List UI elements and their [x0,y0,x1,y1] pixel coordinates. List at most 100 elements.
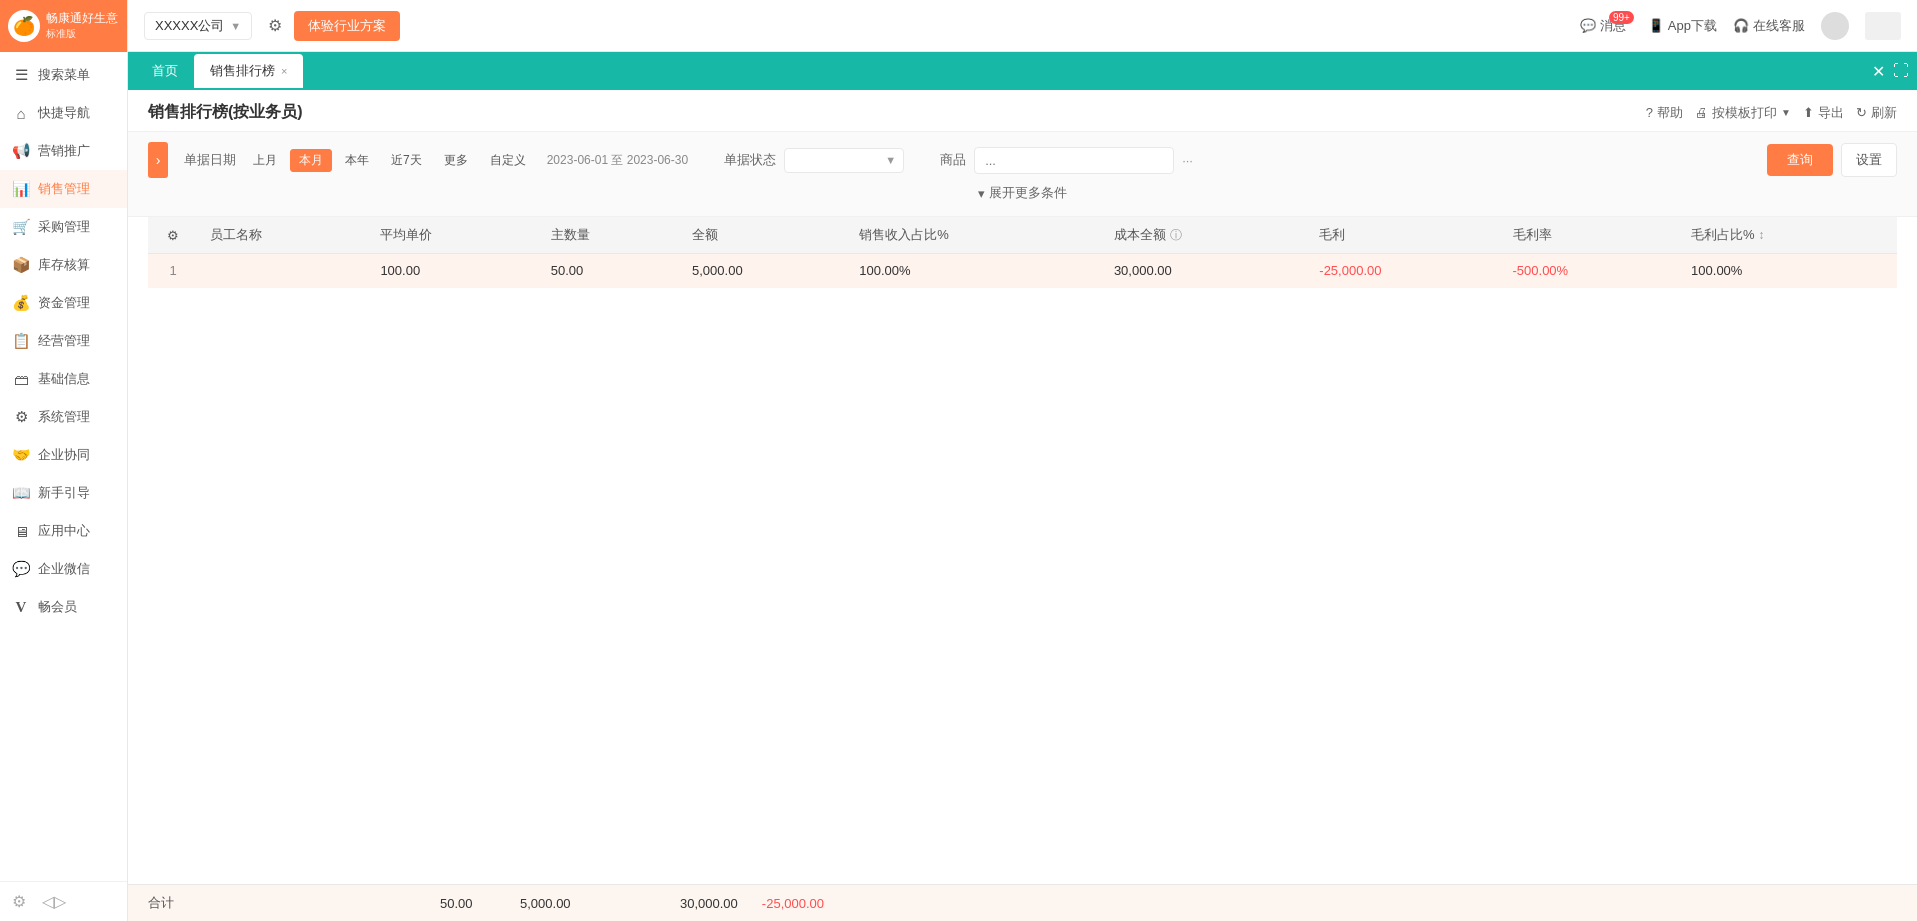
sidebar-item-label: 资金管理 [38,294,90,312]
summary-total: 5,000.00 [508,896,588,911]
date-filter: 单据日期 上月 本月 本年 近7天 更多 自定义 2023-06-01 至 20… [184,149,688,172]
sidebar-item-guide[interactable]: 📖 新手引导 [0,474,127,512]
sidebar-item-basic[interactable]: 🗃 基础信息 [0,360,127,398]
tabbar: 首页 销售排行榜 × ✕ ⛶ [128,52,1917,90]
manage-icon: 📋 [12,332,30,350]
more-options-icon[interactable]: ··· [1182,153,1193,168]
sidebar-item-label: 快捷导航 [38,104,90,122]
print-button[interactable]: 🖨 按模板打印 ▼ [1695,104,1791,122]
sidebar-item-collab[interactable]: 🤝 企业协同 [0,436,127,474]
sidebar: 🍊 畅康通好生意 标准版 ☰ 搜索菜单 ⌂ 快捷导航 📢 营销推广 📊 销售管理… [0,0,128,921]
sidebar-item-manage[interactable]: 📋 经营管理 [0,322,127,360]
sidebar-item-marketing[interactable]: 📢 营销推广 [0,132,127,170]
info-icon[interactable]: ⓘ [1170,228,1182,242]
finance-icon: 💰 [12,294,30,312]
col-gross-profit: 毛利 [1307,217,1500,254]
sales-ranking-table: ⚙ 员工名称 平均单价 主数量 全额 销售收入占比% 成本全额 ⓘ 毛利 毛利率… [148,217,1897,288]
cell-gp-pct: 100.00% [1679,254,1897,288]
sidebar-item-finance[interactable]: 💰 资金管理 [0,284,127,322]
tab-home-label: 首页 [152,62,178,80]
tab-active-label: 销售排行榜 [210,62,275,80]
message-icon: 💬 [1580,18,1596,33]
sidebar-item-wechat[interactable]: 💬 企业微信 [0,550,127,588]
sidebar-logo: 🍊 畅康通好生意 标准版 [0,0,127,52]
expand-more-button[interactable]: ▾ 展开更多条件 [148,178,1897,206]
sidebar-item-purchase[interactable]: 🛒 采购管理 [0,208,127,246]
refresh-button[interactable]: ↻ 刷新 [1856,104,1897,122]
status-select[interactable]: 已审核 未审核 [784,148,904,173]
topbar-settings-icon[interactable]: ⚙ [268,16,282,35]
sidebar-item-system[interactable]: ⚙ 系统管理 [0,398,127,436]
tab-home[interactable]: 首页 [136,54,194,88]
collab-icon: 🤝 [12,446,30,464]
sidebar-item-apps[interactable]: 🖥 应用中心 [0,512,127,550]
app-download-button[interactable]: 📱 App下载 [1648,17,1717,35]
system-icon: ⚙ [12,408,30,426]
query-button[interactable]: 查询 [1767,144,1833,176]
sort-icon[interactable]: ↕ [1758,228,1764,242]
summary-label: 合计 [148,894,348,912]
settings-button[interactable]: 设置 [1841,143,1897,177]
col-main-qty: 主数量 [539,217,680,254]
sidebar-item-nav[interactable]: ⌂ 快捷导航 [0,94,127,132]
date-opt-this-year[interactable]: 本年 [336,149,378,172]
date-opt-more[interactable]: 更多 [435,149,477,172]
sidebar-item-inventory[interactable]: 📦 库存核算 [0,246,127,284]
help-button[interactable]: ? 帮助 [1646,104,1683,122]
date-opt-7days[interactable]: 近7天 [382,149,431,172]
app-label: App下载 [1668,17,1717,35]
date-opt-custom[interactable]: 自定义 [481,149,535,172]
marketing-icon: 📢 [12,142,30,160]
date-opt-last-month[interactable]: 上月 [244,149,286,172]
page-header: 销售排行榜(按业务员) ? 帮助 🖨 按模板打印 ▼ ⬆ 导出 ↻ 刷新 [128,90,1917,132]
tab-expand-button[interactable]: ⛶ [1893,62,1909,81]
cell-gp-rate: -500.00% [1501,254,1680,288]
goods-input[interactable] [974,147,1174,174]
tab-sales-ranking[interactable]: 销售排行榜 × [194,54,303,88]
sidebar-item-vip[interactable]: V 畅会员 [0,588,127,626]
search-icon: ☰ [12,66,30,84]
sidebar-item-label: 采购管理 [38,218,90,236]
cell-cost: 30,000.00 [1102,254,1307,288]
user-name-box[interactable] [1865,12,1901,40]
phone-icon: 📱 [1648,18,1664,33]
table-wrapper: ⚙ 员工名称 平均单价 主数量 全额 销售收入占比% 成本全额 ⓘ 毛利 毛利率… [128,217,1917,884]
chevron-down-icon: ▼ [230,20,241,32]
sidebar-item-label: 应用中心 [38,522,90,540]
export-button[interactable]: ⬆ 导出 [1803,104,1844,122]
col-settings[interactable]: ⚙ [148,217,198,254]
summary-gross-profit: -25,000.00 [750,896,836,911]
trial-button[interactable]: 体验行业方案 [294,11,400,41]
settings-gear-icon[interactable]: ⚙ [12,892,26,911]
filter-expand-button[interactable]: › [148,142,168,178]
guide-icon: 📖 [12,484,30,502]
chevron-down-icon: ▾ [978,186,985,201]
column-settings-icon[interactable]: ⚙ [167,228,179,243]
sidebar-item-sales[interactable]: 📊 销售管理 [0,170,127,208]
sidebar-item-label: 搜索菜单 [38,66,90,84]
goods-filter: 商品 ··· [940,147,1193,174]
company-selector[interactable]: XXXXX公司 ▼ [144,12,252,40]
sidebar-item-label: 库存核算 [38,256,90,274]
col-gp-pct: 毛利占比% ↕ [1679,217,1897,254]
purchase-icon: 🛒 [12,218,30,236]
tab-close-icon[interactable]: × [281,65,287,77]
headset-icon: 🎧 [1733,18,1749,33]
sidebar-item-search[interactable]: ☰ 搜索菜单 [0,56,127,94]
table-footer: 合计 50.00 5,000.00 30,000.00 -25,000.00 [128,884,1917,921]
sidebar-nav: ☰ 搜索菜单 ⌂ 快捷导航 📢 营销推广 📊 销售管理 🛒 采购管理 📦 库存核… [0,52,127,881]
user-avatar[interactable] [1821,12,1849,40]
message-button[interactable]: 💬 消息 99+ [1580,17,1626,35]
date-opt-this-month[interactable]: 本月 [290,149,332,172]
col-avg-price: 平均单价 [368,217,538,254]
filter-bar: › 单据日期 上月 本月 本年 近7天 更多 自定义 2023-06-01 至 … [128,132,1917,217]
date-filter-label: 单据日期 [184,151,236,169]
online-service-button[interactable]: 🎧 在线客服 [1733,17,1805,35]
goods-filter-label: 商品 [940,151,966,169]
page-title: 销售排行榜(按业务员) [148,102,303,123]
page-content: 销售排行榜(按业务员) ? 帮助 🖨 按模板打印 ▼ ⬆ 导出 ↻ 刷新 [128,90,1917,921]
collapse-icon[interactable]: ◁▷ [42,892,66,911]
cell-sales-pct: 100.00% [847,254,1102,288]
service-label: 在线客服 [1753,17,1805,35]
tab-close-all-button[interactable]: ✕ [1872,62,1885,81]
